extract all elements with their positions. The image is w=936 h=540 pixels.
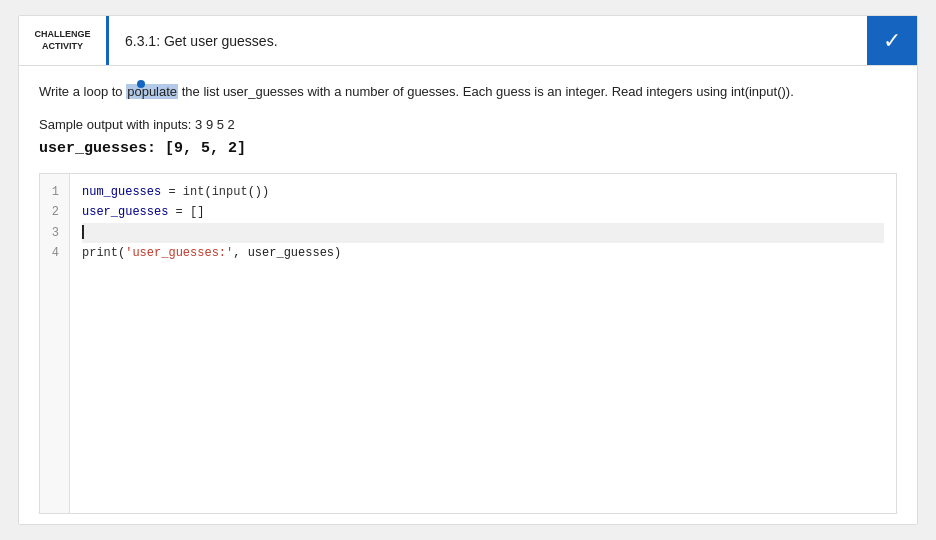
code-line-3 [82,223,884,243]
text-cursor [82,225,84,239]
code-line-4: print('user_guesses:', user_guesses) [82,243,884,263]
editor-wrapper: 1 2 3 4 num_guesses = int(input()) user_… [39,173,897,514]
line-number-4: 4 [50,243,59,263]
challenge-label-text: CHALLENGE ACTIVITY [35,29,91,52]
cursor-dot [137,80,145,88]
editor-area[interactable]: 1 2 3 4 num_guesses = int(input()) user_… [39,173,897,514]
line-numbers: 1 2 3 4 [40,174,70,513]
challenge-title: 6.3.1: Get user guesses. [109,16,867,65]
main-panel: CHALLENGE ACTIVITY 6.3.1: Get user guess… [18,15,918,525]
check-icon: ✓ [883,28,901,54]
check-button[interactable]: ✓ [867,16,917,65]
sample-output-label: Sample output with inputs: 3 9 5 2 [19,111,917,136]
code-line-2: user_guesses = [] [82,202,884,222]
challenge-label: CHALLENGE ACTIVITY [19,16,109,65]
kw-2: user_guesses [82,205,168,219]
code-content[interactable]: num_guesses = int(input()) user_guesses … [70,174,896,513]
instructions: Write a loop to populate the list user_g… [19,66,917,111]
sample-output-value: user_guesses: [9, 5, 2] [19,136,917,173]
instruction-text-after: the list user_guesses with a number of g… [178,84,794,99]
line-number-1: 1 [50,182,59,202]
header: CHALLENGE ACTIVITY 6.3.1: Get user guess… [19,16,917,66]
outer-container: CHALLENGE ACTIVITY 6.3.1: Get user guess… [0,0,936,540]
instruction-text-before: Write a loop to [39,84,126,99]
code-line-1: num_guesses = int(input()) [82,182,884,202]
line-number-2: 2 [50,202,59,222]
line-number-3: 3 [50,223,59,243]
highlight-word: populate [126,84,178,99]
kw-1: num_guesses [82,185,161,199]
